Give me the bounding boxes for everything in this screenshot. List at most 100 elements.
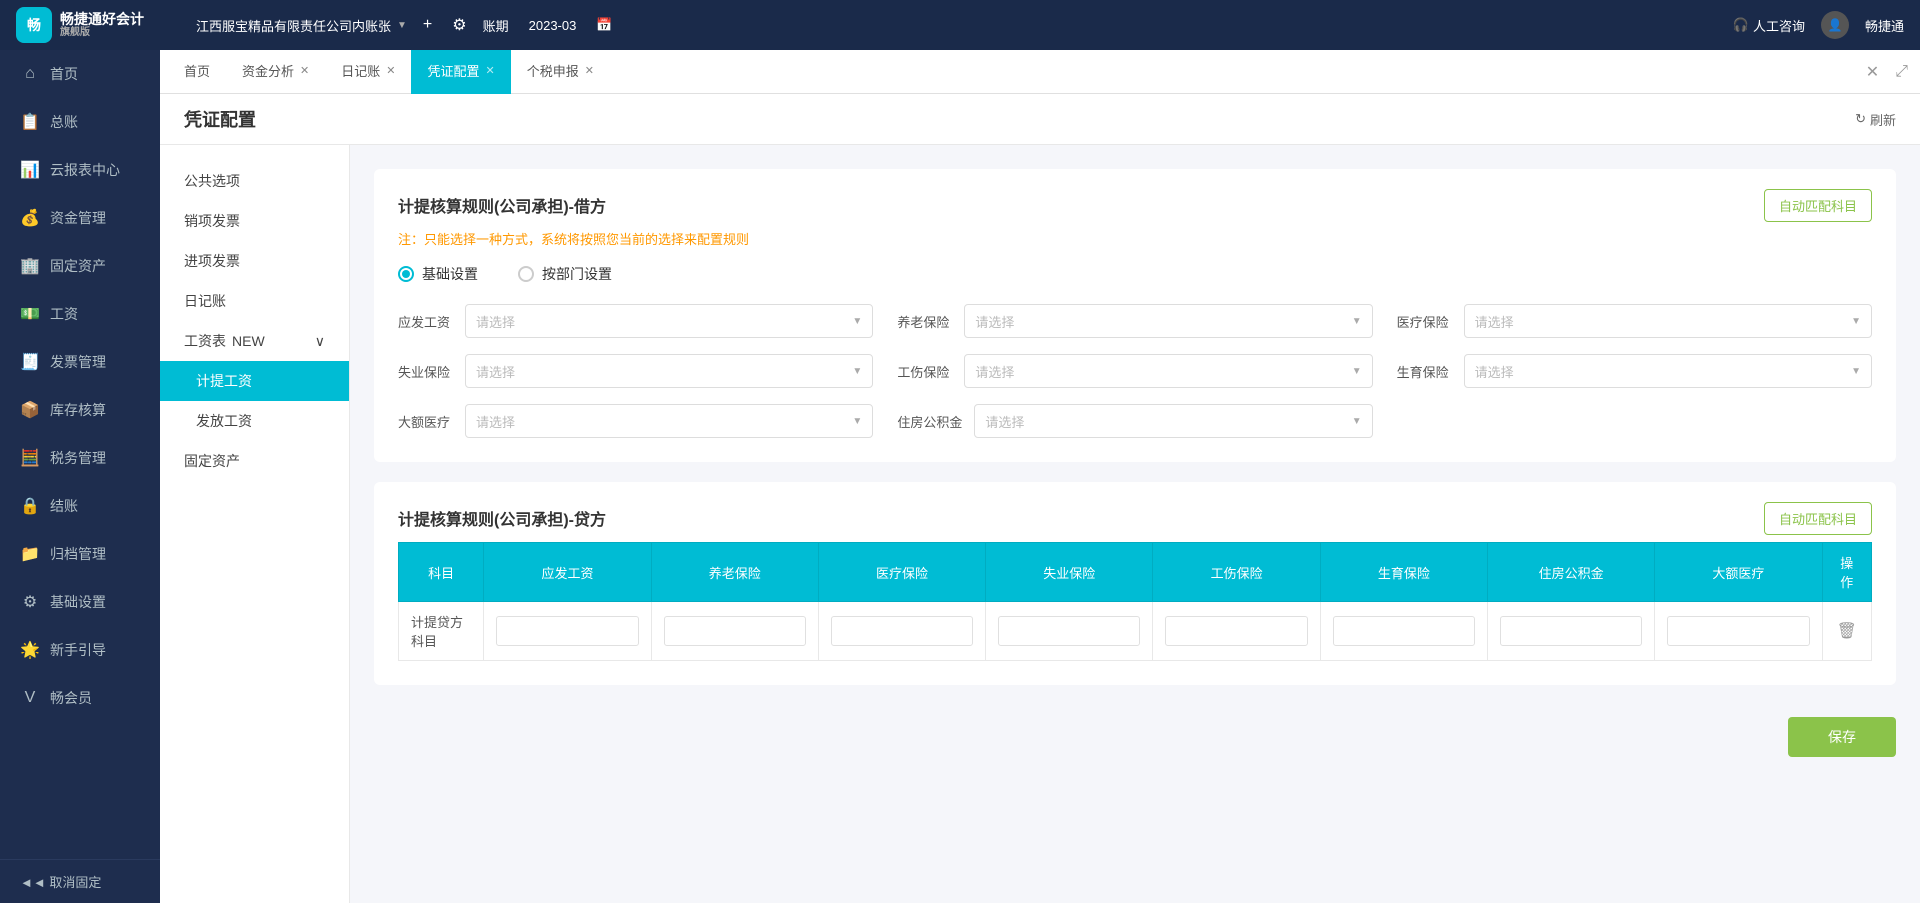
tab-tax-report-label: 个税申报 <box>527 61 579 80</box>
sidebar-item-ledger[interactable]: 📋 总账 <box>0 98 160 146</box>
input-credit-daeyiliao[interactable] <box>1667 616 1809 646</box>
sidebar-item-invoice[interactable]: 🧾 发票管理 <box>0 338 160 386</box>
tab-bar: 首页 资金分析 ✕ 日记账 ✕ 凭证配置 ✕ 个税申报 ✕ ✕ ⤢ <box>160 50 1920 94</box>
vip-icon: V <box>20 689 40 707</box>
tab-tax-report[interactable]: 个税申报 ✕ <box>511 50 610 94</box>
calendar-icon[interactable]: 📅 <box>596 17 612 33</box>
close-tab-btn[interactable]: ✕ <box>1862 58 1883 86</box>
sub-sidebar-pay-salary[interactable]: 发放工资 <box>160 401 349 441</box>
new-badge: NEW <box>232 333 265 349</box>
tab-home[interactable]: 首页 <box>168 50 226 94</box>
salary-group-header[interactable]: 工资表 NEW ∨ <box>160 321 349 361</box>
cell-action: 🗑 <box>1822 602 1872 661</box>
th-shiye: 失业保险 <box>986 543 1153 602</box>
form-row-shiye: 失业保险 请选择 ▼ <box>398 354 873 388</box>
sub-sidebar-journal[interactable]: 日记账 <box>160 281 349 321</box>
refresh-button[interactable]: ↻ 刷新 <box>1855 110 1896 129</box>
sidebar-item-guide[interactable]: 🌟 新手引导 <box>0 626 160 674</box>
select-yanglao[interactable]: 请选择 ▼ <box>964 304 1372 338</box>
cell-gongshang <box>1153 602 1320 661</box>
cell-shengyu <box>1320 602 1487 661</box>
tab-fund-analysis-close[interactable]: ✕ <box>300 64 309 77</box>
sub-sidebar-accrual[interactable]: 计提工资 <box>160 361 349 401</box>
sidebar-label-salary: 工资 <box>50 304 140 324</box>
tab-voucher-config[interactable]: 凭证配置 ✕ <box>411 50 510 94</box>
input-credit-gongjijin[interactable] <box>1500 616 1642 646</box>
avatar[interactable]: 👤 <box>1821 11 1849 39</box>
sidebar-item-vip[interactable]: V 畅会员 <box>0 674 160 722</box>
arrow-yanglao: ▼ <box>1352 316 1362 327</box>
reports-icon: 📊 <box>20 160 40 180</box>
avatar-icon: 👤 <box>1828 18 1843 32</box>
tab-journal[interactable]: 日记账 ✕ <box>325 50 411 94</box>
sub-sidebar-fixed-assets[interactable]: 固定资产 <box>160 441 349 481</box>
select-yiliao[interactable]: 请选择 ▼ <box>1464 304 1872 338</box>
arrow-gongjijin: ▼ <box>1352 416 1362 427</box>
debit-auto-match-button[interactable]: 自动匹配科目 <box>1764 189 1872 222</box>
radio-basic-circle <box>398 266 414 282</box>
sub-sidebar-purchase-invoice[interactable]: 进项发票 <box>160 241 349 281</box>
form-row-yanglao: 养老保险 请选择 ▼ <box>897 304 1372 338</box>
inner-layout: 公共选项 销项发票 进项发票 日记账 工资表 NEW <box>160 145 1920 903</box>
sidebar-item-archive[interactable]: 📁 归档管理 <box>0 530 160 578</box>
consult-button[interactable]: 🎧 人工咨询 <box>1733 16 1805 35</box>
select-gongjijin[interactable]: 请选择 ▼ <box>974 404 1372 438</box>
expand-tab-btn[interactable]: ⤢ <box>1891 59 1912 85</box>
form-row-daeyiliao: 大额医疗 请选择 ▼ <box>398 404 873 438</box>
form-row-gongjijin: 住房公积金 请选择 ▼ <box>897 404 1372 438</box>
sidebar-item-closing[interactable]: 🔒 结账 <box>0 482 160 530</box>
label-daeyiliao: 大额医疗 <box>398 412 453 431</box>
settings-button[interactable]: ⚙ <box>448 11 470 39</box>
cell-shiye <box>986 602 1153 661</box>
sidebar-item-inventory[interactable]: 📦 库存核算 <box>0 386 160 434</box>
sidebar-item-tax[interactable]: 🧮 税务管理 <box>0 434 160 482</box>
select-daeyiliao[interactable]: 请选择 ▼ <box>465 404 873 438</box>
select-gongshang[interactable]: 请选择 ▼ <box>964 354 1372 388</box>
placeholder-shengyu: 请选择 <box>1475 362 1514 381</box>
sidebar-item-funds[interactable]: 💰 资金管理 <box>0 194 160 242</box>
tab-fund-analysis[interactable]: 资金分析 ✕ <box>226 50 325 94</box>
sidebar-label-ledger: 总账 <box>50 112 140 132</box>
add-button[interactable]: + <box>419 12 436 38</box>
sub-label-journal: 日记账 <box>184 291 226 311</box>
input-credit-yifa[interactable] <box>496 616 638 646</box>
sub-label-accrual: 计提工资 <box>196 371 252 391</box>
sidebar-item-reports[interactable]: 📊 云报表中心 <box>0 146 160 194</box>
input-credit-yiliao[interactable] <box>831 616 973 646</box>
save-button[interactable]: 保存 <box>1788 717 1896 757</box>
headset-icon: 🎧 <box>1733 17 1749 33</box>
company-selector[interactable]: 江西服宝精品有限责任公司内账张 ▼ <box>196 16 407 35</box>
sidebar-item-salary[interactable]: 💵 工资 <box>0 290 160 338</box>
debit-section: 计提核算规则(公司承担)-借方 注：只能选择一种方式，系统将按照您当前的选择来配… <box>374 169 1896 462</box>
pin-toggle[interactable]: ◄◄ 取消固定 <box>0 859 160 903</box>
input-credit-yanglao[interactable] <box>664 616 806 646</box>
tax-icon: 🧮 <box>20 448 40 468</box>
tab-journal-close[interactable]: ✕ <box>386 64 395 77</box>
credit-auto-match-button[interactable]: 自动匹配科目 <box>1764 502 1872 535</box>
input-credit-shengyu[interactable] <box>1333 616 1475 646</box>
input-credit-gongshang[interactable] <box>1165 616 1307 646</box>
radio-basic-setup[interactable]: 基础设置 <box>398 264 478 284</box>
company-dropdown-arrow: ▼ <box>397 20 407 31</box>
input-credit-shiye[interactable] <box>998 616 1140 646</box>
sub-sidebar-sales-invoice[interactable]: 销项发票 <box>160 201 349 241</box>
sidebar-item-home[interactable]: ⌂ 首页 <box>0 50 160 98</box>
select-shengyu[interactable]: 请选择 ▼ <box>1464 354 1872 388</box>
sidebar-item-settings[interactable]: ⚙ 基础设置 <box>0 578 160 626</box>
ledger-icon: 📋 <box>20 112 40 132</box>
sidebar-item-assets[interactable]: 🏢 固定资产 <box>0 242 160 290</box>
sidebar-label-closing: 结账 <box>50 496 140 516</box>
sub-sidebar-public[interactable]: 公共选项 <box>160 161 349 201</box>
sidebar-label-home: 首页 <box>50 64 140 84</box>
th-action: 操作 <box>1822 543 1872 602</box>
sub-sidebar-salary-group[interactable]: 工资表 NEW ∨ <box>160 321 349 361</box>
select-shiye[interactable]: 请选择 ▼ <box>465 354 873 388</box>
debit-section-title: 计提核算规则(公司承担)-借方 <box>398 193 1872 217</box>
salary-icon: 💵 <box>20 304 40 324</box>
tab-voucher-config-close[interactable]: ✕ <box>486 64 495 77</box>
radio-dept-setup[interactable]: 按部门设置 <box>518 264 612 284</box>
label-gongjijin: 住房公积金 <box>897 412 962 431</box>
delete-row-button[interactable]: 🗑 <box>1837 623 1857 640</box>
select-yifa[interactable]: 请选择 ▼ <box>465 304 873 338</box>
tab-tax-report-close[interactable]: ✕ <box>585 64 594 77</box>
